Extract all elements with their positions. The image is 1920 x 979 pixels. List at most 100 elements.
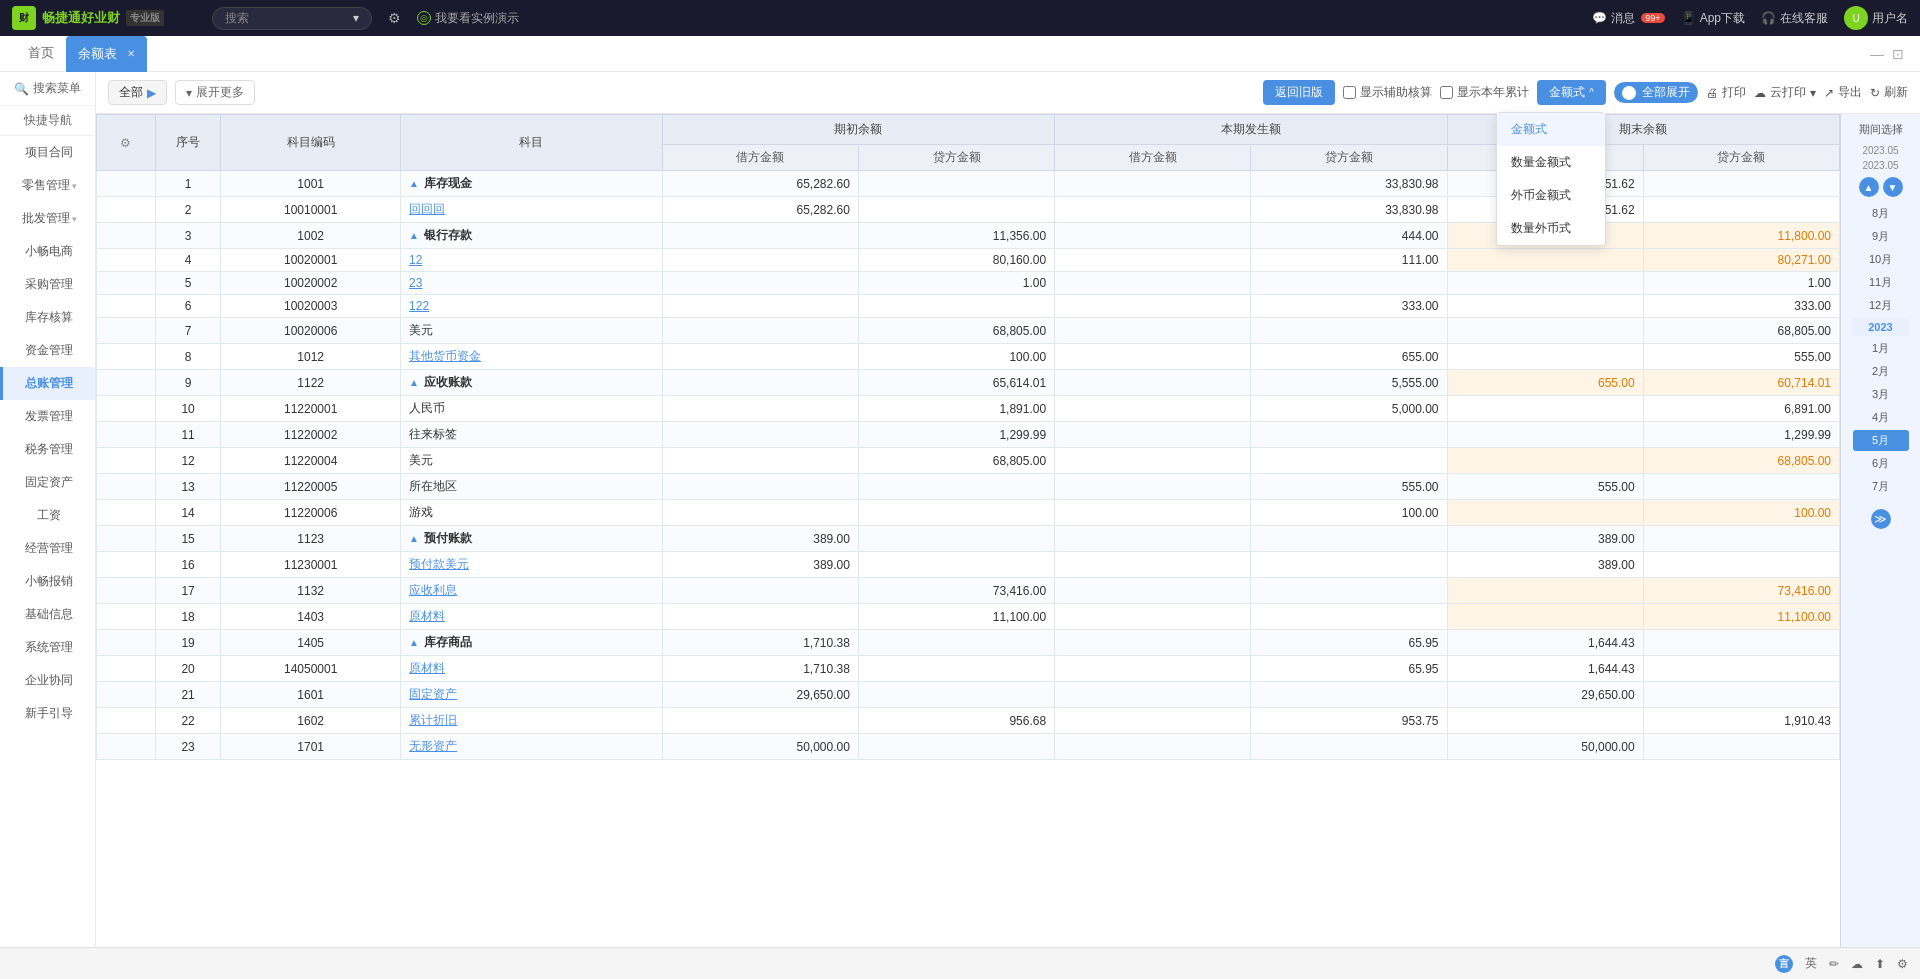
- row-settings: [97, 272, 156, 295]
- expand-all-toggle[interactable]: 全部展开: [1614, 82, 1698, 103]
- row-name[interactable]: 122: [401, 295, 663, 318]
- expand-icon[interactable]: ▲: [409, 533, 422, 544]
- panel-collapse-btn[interactable]: ≫: [1871, 509, 1891, 529]
- row-name[interactable]: 23: [401, 272, 663, 295]
- name-link[interactable]: 应收利息: [409, 583, 457, 597]
- sidebar-item-tax[interactable]: 税务管理: [0, 433, 95, 466]
- tab-balance[interactable]: 余额表 ✕: [66, 36, 147, 72]
- auxiliary-checkbox[interactable]: [1343, 86, 1356, 99]
- bottom-edit-btn[interactable]: ✏: [1829, 957, 1839, 971]
- row-name[interactable]: 累计折旧: [401, 708, 663, 734]
- print-btn[interactable]: 🖨 打印: [1706, 84, 1746, 101]
- style-option-amount[interactable]: 金额式: [1497, 113, 1605, 146]
- row-name[interactable]: 回回回: [401, 197, 663, 223]
- period-month-item[interactable]: 12月: [1853, 295, 1909, 316]
- name-link[interactable]: 原材料: [409, 661, 445, 675]
- style-option-foreign-amount[interactable]: 外币金额式: [1497, 179, 1605, 212]
- sidebar-item-ecommerce[interactable]: 小畅电商: [0, 235, 95, 268]
- period-month-item[interactable]: 8月: [1853, 203, 1909, 224]
- sidebar-item-cooperation[interactable]: 企业协同: [0, 664, 95, 697]
- sidebar-item-capital[interactable]: 资金管理: [0, 334, 95, 367]
- bottom-cloud-btn[interactable]: ☁: [1851, 957, 1863, 971]
- bottom-chat-btn[interactable]: 言: [1775, 955, 1793, 973]
- period-month-item[interactable]: 2023: [1853, 318, 1909, 336]
- all-filter-btn[interactable]: 全部 ▶: [108, 80, 167, 105]
- app-download-btn[interactable]: 📱 App下载: [1681, 10, 1745, 27]
- sidebar-item-report[interactable]: 小畅报销: [0, 565, 95, 598]
- period-month-item[interactable]: 3月: [1853, 384, 1909, 405]
- period-month-item[interactable]: 4月: [1853, 407, 1909, 428]
- expand-more-btn[interactable]: ▾ 展开更多: [175, 80, 255, 105]
- period-month-item[interactable]: 2月: [1853, 361, 1909, 382]
- sidebar-item-wholesale[interactable]: 批发管理 ▾: [0, 202, 95, 235]
- name-link[interactable]: 23: [409, 276, 422, 290]
- row-name[interactable]: 无形资产: [401, 734, 663, 760]
- col-settings-header[interactable]: ⚙: [97, 115, 156, 171]
- period-down-btn[interactable]: ▼: [1883, 177, 1903, 197]
- expand-icon[interactable]: ▲: [409, 230, 422, 241]
- sidebar-item-ledger[interactable]: 总账管理: [0, 367, 95, 400]
- period-month-item[interactable]: 9月: [1853, 226, 1909, 247]
- user-menu[interactable]: U 用户名: [1844, 6, 1908, 30]
- name-link[interactable]: 原材料: [409, 609, 445, 623]
- period-month-item[interactable]: 10月: [1853, 249, 1909, 270]
- sidebar-item-retail[interactable]: 零售管理 ▾: [0, 169, 95, 202]
- settings-icon[interactable]: ⚙: [388, 10, 401, 26]
- sidebar-item-purchase[interactable]: 采购管理: [0, 268, 95, 301]
- refresh-btn[interactable]: ↻ 刷新: [1870, 84, 1908, 101]
- sidebar-item-guide[interactable]: 新手引导: [0, 697, 95, 730]
- row-name[interactable]: 应收利息: [401, 578, 663, 604]
- row-name[interactable]: 原材料: [401, 656, 663, 682]
- amount-style-btn[interactable]: 金额式 ^: [1537, 80, 1606, 105]
- expand-icon[interactable]: ▲: [409, 178, 422, 189]
- row-name[interactable]: 其他货币资金: [401, 344, 663, 370]
- style-option-quantity-foreign[interactable]: 数量外币式: [1497, 212, 1605, 245]
- name-link[interactable]: 回回回: [409, 202, 445, 216]
- period-up-btn[interactable]: ▲: [1859, 177, 1879, 197]
- name-link[interactable]: 12: [409, 253, 422, 267]
- cloud-print-btn[interactable]: ☁ 云打印 ▾: [1754, 84, 1816, 101]
- ytd-checkbox[interactable]: [1440, 86, 1453, 99]
- sidebar-item-business[interactable]: 经营管理: [0, 532, 95, 565]
- sidebar-item-inventory[interactable]: 库存核算: [0, 301, 95, 334]
- period-month-item[interactable]: 11月: [1853, 272, 1909, 293]
- style-option-quantity-amount[interactable]: 数量金额式: [1497, 146, 1605, 179]
- tab-close-icon[interactable]: ✕: [127, 48, 135, 59]
- row-name[interactable]: 固定资产: [401, 682, 663, 708]
- name-link[interactable]: 累计折旧: [409, 713, 457, 727]
- name-link[interactable]: 其他货币资金: [409, 349, 481, 363]
- period-month-item[interactable]: 7月: [1853, 476, 1909, 497]
- tab-max-icon[interactable]: ⊡: [1892, 46, 1904, 62]
- expand-icon[interactable]: ▲: [409, 637, 422, 648]
- demo-link[interactable]: ◎ 我要看实例演示: [417, 10, 519, 27]
- period-month-item[interactable]: 6月: [1853, 453, 1909, 474]
- tab-min-icon[interactable]: —: [1870, 46, 1884, 62]
- sidebar-item-basic[interactable]: 基础信息: [0, 598, 95, 631]
- message-btn[interactable]: 💬 消息 99+: [1592, 10, 1664, 27]
- bottom-upload-btn[interactable]: ⬆: [1875, 957, 1885, 971]
- export-btn[interactable]: ↗ 导出: [1824, 84, 1862, 101]
- sidebar-search[interactable]: 🔍 搜索菜单: [0, 72, 95, 106]
- sidebar-item-assets[interactable]: 固定资产: [0, 466, 95, 499]
- sidebar-item-invoice[interactable]: 发票管理: [0, 400, 95, 433]
- sidebar-item-system[interactable]: 系统管理: [0, 631, 95, 664]
- row-name[interactable]: 12: [401, 249, 663, 272]
- row-name[interactable]: 原材料: [401, 604, 663, 630]
- top-bar-search[interactable]: 搜索 ▾: [212, 7, 372, 30]
- period-month-item[interactable]: 5月: [1853, 430, 1909, 451]
- period-month-item[interactable]: 1月: [1853, 338, 1909, 359]
- sidebar-item-project[interactable]: 项目合同: [0, 136, 95, 169]
- bottom-lang-btn[interactable]: 英: [1805, 955, 1817, 972]
- row-name[interactable]: 预付款美元: [401, 552, 663, 578]
- name-link[interactable]: 固定资产: [409, 687, 457, 701]
- expand-icon[interactable]: ▲: [409, 377, 422, 388]
- online-support-btn[interactable]: 🎧 在线客服: [1761, 10, 1828, 27]
- sidebar-quick-nav[interactable]: 快捷导航: [0, 106, 95, 136]
- tab-home[interactable]: 首页: [16, 36, 66, 72]
- bottom-settings-btn[interactable]: ⚙: [1897, 957, 1908, 971]
- name-link[interactable]: 无形资产: [409, 739, 457, 753]
- back-old-btn[interactable]: 返回旧版: [1263, 80, 1335, 105]
- name-link[interactable]: 预付款美元: [409, 557, 469, 571]
- sidebar-item-salary[interactable]: 工资: [0, 499, 95, 532]
- name-link[interactable]: 122: [409, 299, 429, 313]
